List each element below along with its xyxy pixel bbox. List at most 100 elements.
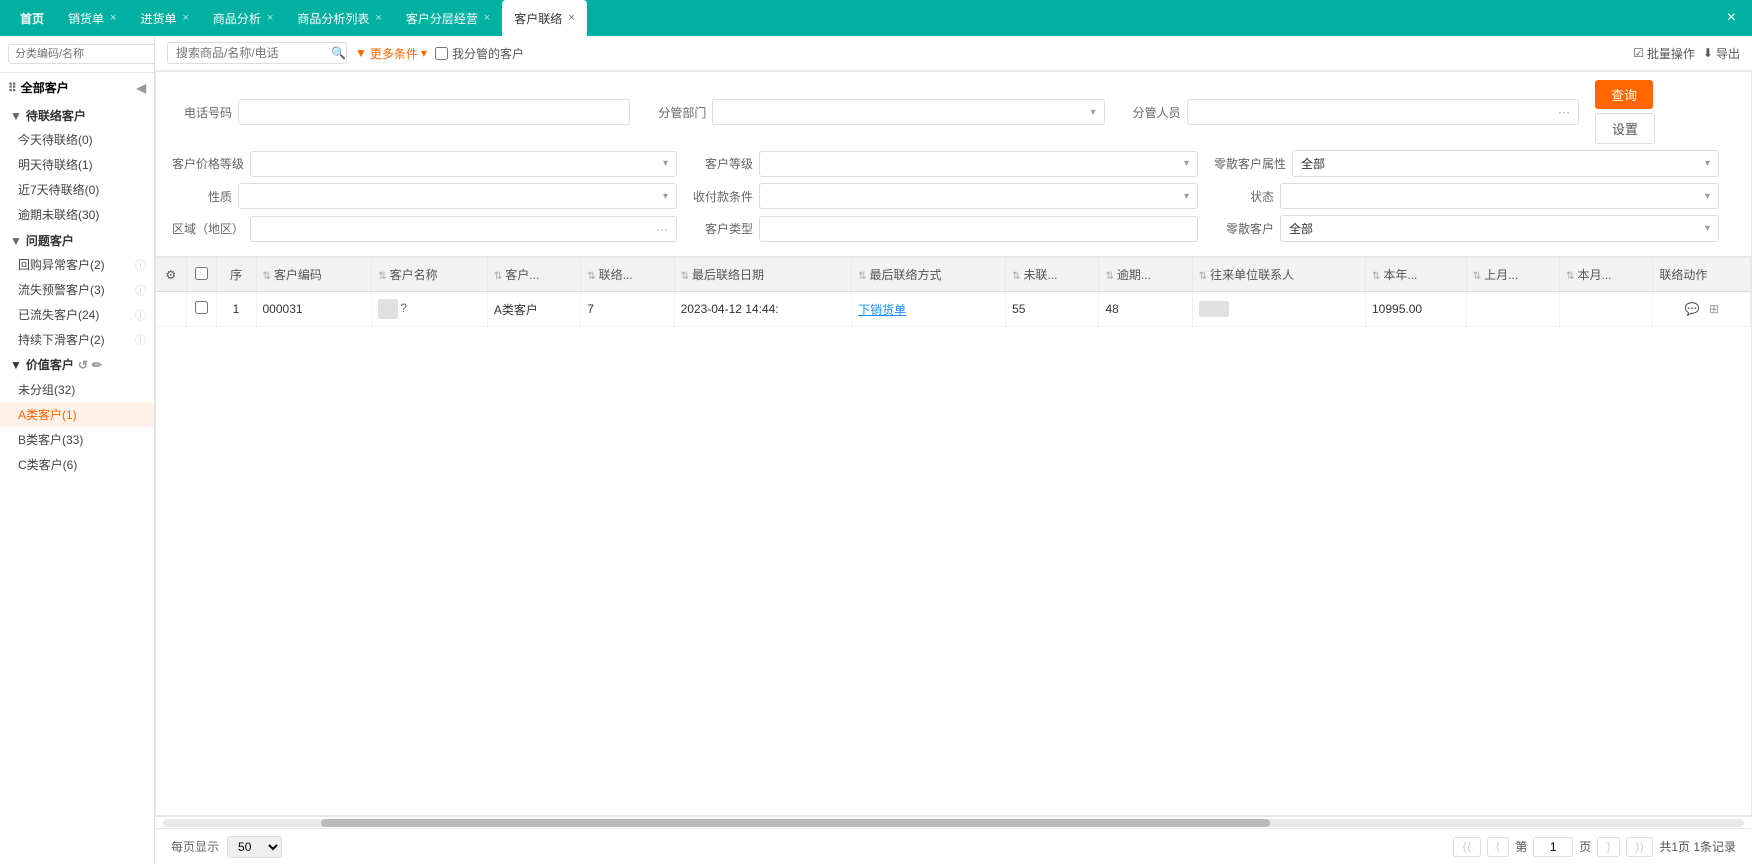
- adv-filter-panel: 电话号码 分管部门 ▾ 分管人员 ··· 查询 设置: [155, 71, 1752, 257]
- info-icon-3: ⓘ: [135, 307, 146, 323]
- phone-label: 电话号码: [172, 104, 232, 121]
- row-select-checkbox[interactable]: [195, 301, 208, 314]
- main-search-input[interactable]: [176, 46, 331, 60]
- edit-icon[interactable]: ✏: [92, 358, 102, 372]
- more-filters-button[interactable]: ▼ 更多条件 ▾: [355, 45, 427, 62]
- col-last-date[interactable]: ⇅最后联络日期: [674, 258, 852, 292]
- row-last-date: 2023-04-12 14:44:: [674, 292, 852, 327]
- my-customers-checkbox[interactable]: [435, 47, 448, 60]
- col-last-month[interactable]: ⇅上月...: [1466, 258, 1559, 292]
- page-number-input[interactable]: [1533, 837, 1573, 857]
- prev-page-button[interactable]: ⟨: [1487, 837, 1510, 857]
- manager-dots[interactable]: ···: [1558, 105, 1570, 119]
- adv-filter-row-4: 区域（地区） ··· 客户类型 零散客户 全部▾: [172, 215, 1735, 242]
- payment-chevron: ▾: [1184, 191, 1189, 202]
- sidebar: 🔍 ⠿ 全部客户 ◀ ▼ 待联络客户 今天待联络(0) 明天待联络(1) 近7天…: [0, 36, 155, 864]
- nature-select[interactable]: ▾: [238, 183, 677, 209]
- nav-sales[interactable]: 销货单 ×: [56, 0, 128, 36]
- col-this-year[interactable]: ⇅本年...: [1366, 258, 1467, 292]
- nav-goods-analysis-list[interactable]: 商品分析列表 ×: [285, 0, 393, 36]
- sidebar-all-customers[interactable]: ⠿ 全部客户 ◀: [0, 73, 154, 102]
- row-checkbox[interactable]: [186, 292, 216, 327]
- main-search-wrap: 🔍: [167, 42, 347, 64]
- grid-action-icon[interactable]: ⊞: [1709, 302, 1719, 316]
- sidebar-group-value[interactable]: ▼ 价值客户 ↺ ✏: [0, 352, 154, 377]
- sidebar-item-ungrouped[interactable]: 未分组(32): [0, 377, 154, 402]
- customer-type-input[interactable]: [759, 216, 1198, 242]
- sidebar-item-churned[interactable]: 已流失客户(24) ⓘ: [0, 302, 154, 327]
- col-code[interactable]: ⇅客户编码: [256, 258, 372, 292]
- refresh-icon[interactable]: ↺: [78, 358, 88, 372]
- export-button[interactable]: ⬇ 导出: [1703, 45, 1740, 62]
- status-label: 状态: [1214, 188, 1274, 205]
- nav-goods-analysis-close[interactable]: ×: [267, 12, 273, 24]
- main-search-icon[interactable]: 🔍: [331, 46, 346, 60]
- region-input[interactable]: ···: [250, 216, 677, 242]
- sidebar-item-a-class[interactable]: A类客户(1): [0, 402, 154, 427]
- sidebar-item-7days[interactable]: 近7天待联络(0): [0, 177, 154, 202]
- status-select[interactable]: ▾: [1280, 183, 1719, 209]
- select-all-checkbox[interactable]: [195, 267, 208, 280]
- col-name[interactable]: ⇅客户名称: [372, 258, 488, 292]
- total-records-label: 共1页 1条记录: [1659, 838, 1736, 855]
- payment-select[interactable]: ▾: [759, 183, 1198, 209]
- sidebar-item-c-class[interactable]: C类客户(6): [0, 452, 154, 477]
- my-customers-checkbox-wrap[interactable]: 我分管的客户: [435, 45, 524, 62]
- sidebar-search-input[interactable]: [8, 44, 155, 64]
- nav-goods-analysis-list-close[interactable]: ×: [375, 12, 381, 24]
- nav-customer-tier-close[interactable]: ×: [484, 12, 490, 24]
- retail-attr-select[interactable]: 全部▾: [1292, 150, 1719, 177]
- scroll-thumb[interactable]: [321, 819, 1270, 827]
- col-this-month[interactable]: ⇅本月...: [1560, 258, 1653, 292]
- sidebar-item-b-class[interactable]: B类客户(33): [0, 427, 154, 452]
- chat-action-icon[interactable]: 💬: [1685, 302, 1700, 316]
- setting-button[interactable]: 设置: [1595, 113, 1655, 144]
- sidebar-item-overdue[interactable]: 逾期未联络(30): [0, 202, 154, 227]
- col-gear[interactable]: ⚙: [156, 258, 186, 292]
- sidebar-group-problem[interactable]: ▼ 问题客户: [0, 227, 154, 252]
- nav-purchase[interactable]: 进货单 ×: [128, 0, 200, 36]
- col-no-contact[interactable]: ⇅未联...: [1006, 258, 1099, 292]
- nav-purchase-close[interactable]: ×: [182, 12, 188, 24]
- nav-customer-contact-close[interactable]: ×: [568, 12, 574, 24]
- nav-home[interactable]: 首页: [8, 0, 56, 36]
- last-page-button[interactable]: ⟩⟩: [1626, 837, 1653, 857]
- per-page-select[interactable]: 50 100 200: [227, 836, 282, 858]
- nav-close-all-button[interactable]: ×: [1719, 9, 1744, 27]
- nav-customer-contact[interactable]: 客户联络 ×: [502, 0, 586, 36]
- top-nav: 首页 销货单 × 进货单 × 商品分析 × 商品分析列表 × 客户分层经营 × …: [0, 0, 1752, 36]
- sidebar-item-churn-warning[interactable]: 流失预警客户(3) ⓘ: [0, 277, 154, 302]
- retail-select[interactable]: 全部▾: [1280, 215, 1719, 242]
- dept-select[interactable]: ▾: [712, 99, 1104, 125]
- batch-op-button[interactable]: ☑ 批量操作: [1633, 45, 1695, 62]
- col-contact-person[interactable]: ⇅往来单位联系人: [1192, 258, 1365, 292]
- sidebar-item-today[interactable]: 今天待联络(0): [0, 127, 154, 152]
- col-checkbox[interactable]: [186, 258, 216, 292]
- row-actions: 💬 ⊞: [1653, 292, 1751, 327]
- col-overdue[interactable]: ⇅逾期...: [1099, 258, 1192, 292]
- price-level-select[interactable]: ▾: [250, 151, 677, 177]
- col-contact-count[interactable]: ⇅联络...: [581, 258, 674, 292]
- nav-sales-close[interactable]: ×: [110, 12, 116, 24]
- manager-input[interactable]: ···: [1187, 99, 1579, 125]
- adv-filter-row-2: 客户价格等级 ▾ 客户等级 ▾ 零散客户属性 全部▾: [172, 150, 1735, 177]
- nav-customer-tier[interactable]: 客户分层经营 ×: [394, 0, 502, 36]
- filter-customer-level: 客户等级 ▾: [693, 151, 1214, 177]
- customer-table: ⚙ 序 ⇅客户编码 ⇅客户名称 ⇅客户... ⇅联络... ⇅最后联络日期 ⇅最…: [156, 258, 1751, 327]
- phone-input[interactable]: [238, 99, 630, 125]
- horizontal-scrollbar[interactable]: [155, 816, 1752, 828]
- col-last-method[interactable]: ⇅最后联络方式: [852, 258, 1006, 292]
- sidebar-item-declining[interactable]: 持续下滑客户(2) ⓘ: [0, 327, 154, 352]
- sidebar-item-repurchase-abnormal[interactable]: 回购异常客户(2) ⓘ: [0, 252, 154, 277]
- sidebar-item-tomorrow[interactable]: 明天待联络(1): [0, 152, 154, 177]
- row-last-method[interactable]: 下销货单: [852, 292, 1006, 327]
- first-page-button[interactable]: ⟨⟨: [1453, 837, 1480, 857]
- per-page-section: 每页显示 50 100 200: [171, 836, 282, 858]
- next-page-button[interactable]: ⟩: [1597, 837, 1620, 857]
- nav-goods-analysis[interactable]: 商品分析 ×: [201, 0, 285, 36]
- region-dots[interactable]: ···: [656, 222, 668, 236]
- customer-level-select[interactable]: ▾: [759, 151, 1198, 177]
- query-button[interactable]: 查询: [1595, 80, 1653, 109]
- sidebar-group-pending[interactable]: ▼ 待联络客户: [0, 102, 154, 127]
- col-level[interactable]: ⇅客户...: [487, 258, 580, 292]
